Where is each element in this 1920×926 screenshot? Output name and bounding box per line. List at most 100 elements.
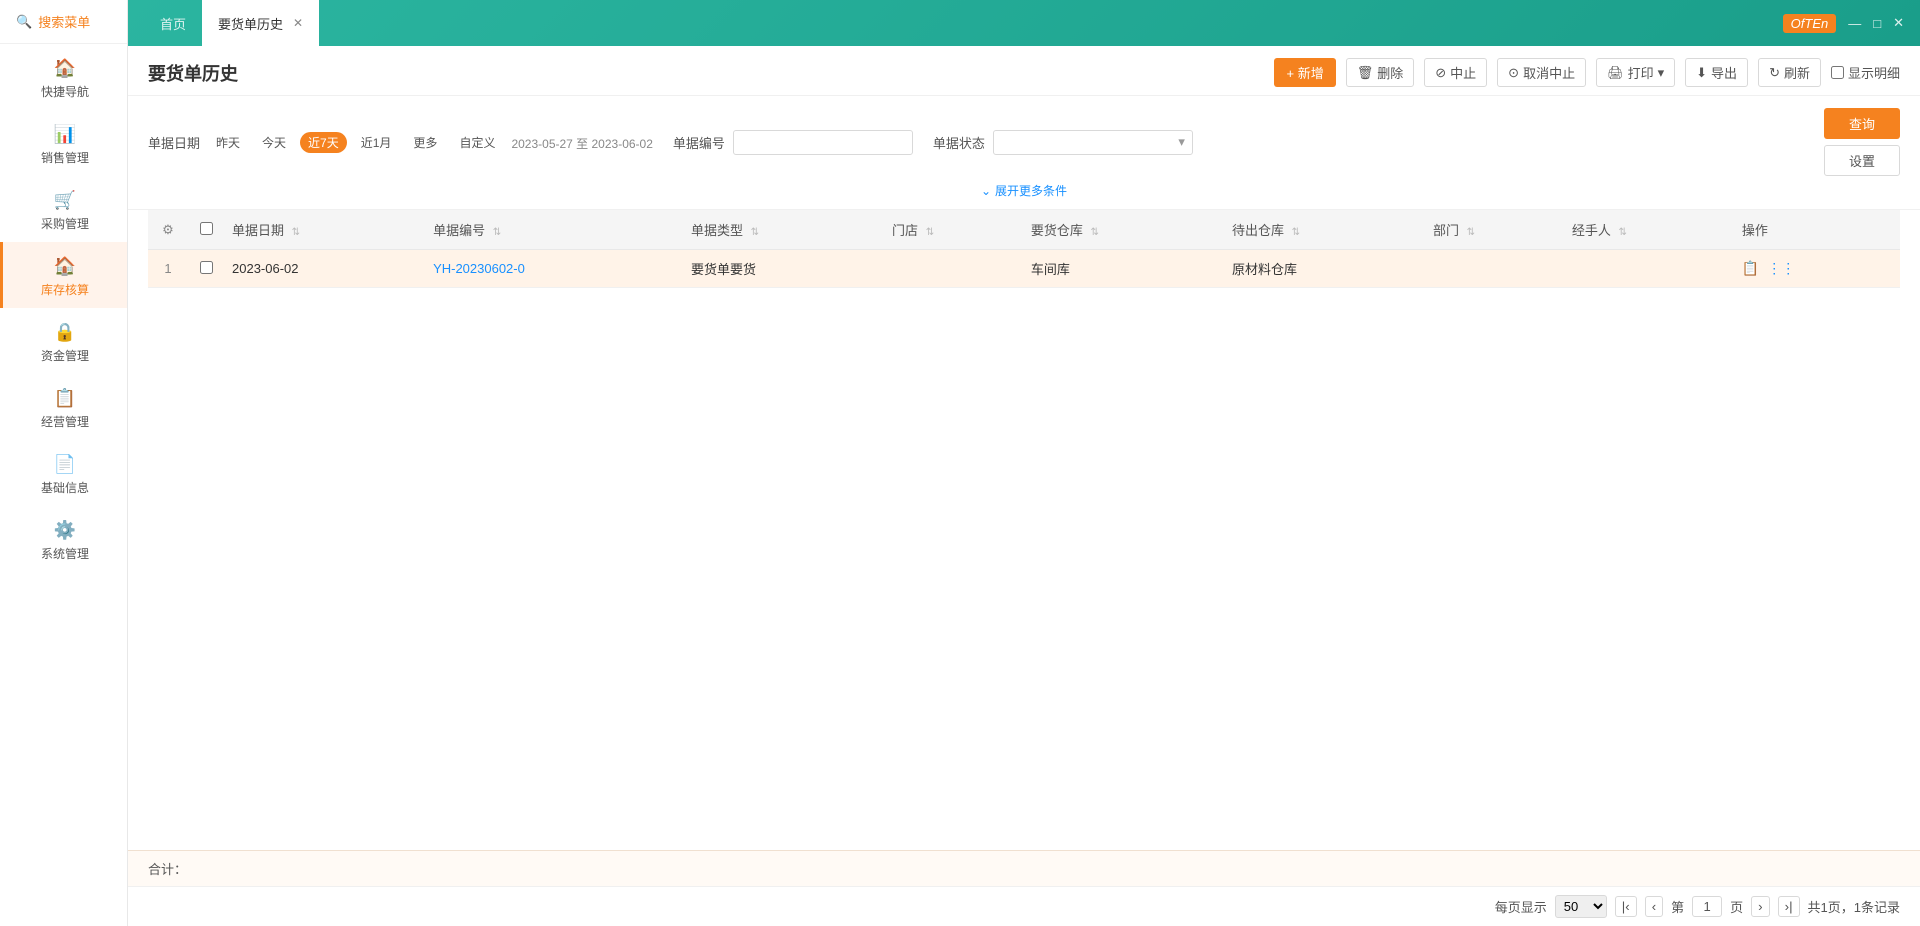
shortcut-1month[interactable]: 近1月: [353, 132, 400, 153]
minimize-icon[interactable]: —: [1848, 16, 1861, 31]
date-shortcuts: 昨天 今天 近7天 近1月 更多 自定义: [208, 132, 503, 153]
lock-icon: 🔒: [54, 322, 76, 343]
gear-icon: ⚙️: [54, 520, 76, 541]
row-pending-warehouse: 原材料仓库: [1224, 250, 1425, 288]
tab-home-label: 首页: [160, 14, 186, 33]
query-button[interactable]: 查询: [1824, 108, 1900, 139]
sort-icon-doc-type[interactable]: ⇅: [751, 227, 759, 238]
tab-close-icon[interactable]: ✕: [293, 16, 303, 30]
cancel-stop-button[interactable]: ⊙ 取消中止: [1497, 58, 1586, 87]
col-action: 操作: [1734, 210, 1900, 250]
expand-icon: ⌄: [981, 184, 991, 198]
delete-button[interactable]: 🗑 删除: [1346, 58, 1415, 87]
shortcut-yesterday[interactable]: 昨天: [208, 132, 248, 153]
sidebar-search[interactable]: 🔍 搜索菜单: [0, 0, 127, 44]
filter-row-1: 单据日期 昨天 今天 近7天 近1月 更多 自定义 2023-05-27 至 2…: [148, 108, 1900, 176]
shortcut-7days[interactable]: 近7天: [300, 132, 347, 153]
add-button[interactable]: + 新增: [1274, 58, 1335, 87]
sort-icon-store[interactable]: ⇅: [926, 227, 934, 238]
table-settings-icon[interactable]: ⚙: [162, 222, 174, 237]
warehouse-icon: 🏠: [54, 256, 76, 277]
sidebar-item-operations[interactable]: 📋 经营管理: [0, 374, 127, 440]
status-select-wrapper: [993, 130, 1193, 155]
col-action-label: 操作: [1742, 223, 1768, 238]
close-window-icon[interactable]: ✕: [1893, 15, 1904, 31]
shortcut-today[interactable]: 今天: [254, 132, 294, 153]
status-select[interactable]: [993, 130, 1193, 155]
sidebar: 🔍 搜索菜单 🏠 快捷导航 📊 销售管理 🛒 采购管理 🏠 库存核算 🔒 资金管…: [0, 0, 128, 926]
sidebar-item-basic[interactable]: 📄 基础信息: [0, 440, 127, 506]
first-page-button[interactable]: |‹: [1615, 896, 1637, 917]
print-label: 打印: [1628, 63, 1654, 82]
export-label: 导出: [1711, 63, 1737, 82]
sidebar-search-label: 搜索菜单: [38, 12, 90, 31]
tab-requisition-history[interactable]: 要货单历史 ✕: [202, 0, 319, 46]
sidebar-item-label: 系统管理: [41, 545, 89, 562]
export-button[interactable]: ⬇ 导出: [1685, 58, 1748, 87]
sidebar-item-sales[interactable]: 📊 销售管理: [0, 110, 127, 176]
table-header-row: ⚙ 单据日期 ⇅ 单据编号 ⇅: [148, 210, 1900, 250]
table-row: 1 2023-06-02 YH-20230602-0 要货单要货 车间库 原材料…: [148, 250, 1900, 288]
row-date: 2023-06-02: [224, 250, 425, 288]
sort-icon-handler[interactable]: ⇅: [1619, 227, 1627, 238]
table-body: 1 2023-06-02 YH-20230602-0 要货单要货 车间库 原材料…: [148, 250, 1900, 288]
page-header: 要货单历史 + 新增 🗑 删除 ⊘ 中止 ⊙ 取消中止 🖨 打印: [128, 46, 1920, 96]
sort-icon-pending-warehouse[interactable]: ⇅: [1292, 227, 1300, 238]
sort-icon-date[interactable]: ⇅: [292, 227, 300, 238]
col-doc-type: 单据类型 ⇅: [683, 210, 884, 250]
total-label: 合计：: [148, 862, 187, 877]
select-all-checkbox[interactable]: [200, 222, 213, 235]
row-num: 1: [148, 250, 188, 288]
row-handler: [1564, 250, 1734, 288]
display-detail-toggle[interactable]: 显示明细: [1831, 63, 1900, 82]
home-icon: 🏠: [54, 58, 76, 79]
data-table: ⚙ 单据日期 ⇅ 单据编号 ⇅: [148, 210, 1900, 288]
display-detail-checkbox[interactable]: [1831, 66, 1844, 79]
next-page-button[interactable]: ›: [1751, 896, 1769, 917]
maximize-icon[interactable]: □: [1873, 16, 1881, 31]
last-page-button[interactable]: ›|: [1778, 896, 1800, 917]
table-footer: 合计：: [128, 850, 1920, 886]
shortcut-more[interactable]: 更多: [405, 132, 445, 153]
refresh-label: 刷新: [1784, 63, 1810, 82]
expand-more-button[interactable]: ⌄ 展开更多条件: [981, 182, 1067, 199]
row-checkbox[interactable]: [200, 261, 213, 274]
refresh-button[interactable]: ↻ 刷新: [1758, 58, 1821, 87]
refresh-icon: ↻: [1769, 65, 1780, 81]
sort-icon-department[interactable]: ⇅: [1467, 227, 1475, 238]
col-checkbox: [188, 210, 224, 250]
print-icon: 🖨: [1607, 65, 1624, 81]
row-doc-number[interactable]: YH-20230602-0: [425, 250, 683, 288]
date-range-display: 2023-05-27 至 2023-06-02: [511, 135, 652, 152]
col-date-label: 单据日期: [232, 223, 284, 238]
doc-number-input[interactable]: [733, 130, 913, 155]
row-more-icon[interactable]: ⋮⋮: [1767, 260, 1795, 277]
row-edit-icon[interactable]: 📋: [1742, 260, 1759, 277]
col-doc-type-label: 单据类型: [691, 223, 743, 238]
sidebar-item-finance[interactable]: 🔒 资金管理: [0, 308, 127, 374]
col-pending-warehouse: 待出仓库 ⇅: [1224, 210, 1425, 250]
sidebar-item-inventory[interactable]: 🏠 库存核算: [0, 242, 127, 308]
topbar: 首页 要货单历史 ✕ OfTEn — □ ✕: [128, 0, 1920, 46]
sort-icon-doc-number[interactable]: ⇅: [493, 227, 501, 238]
sidebar-item-label: 采购管理: [41, 215, 89, 232]
sidebar-item-system[interactable]: ⚙️ 系统管理: [0, 506, 127, 572]
print-button[interactable]: 🖨 打印 ▾: [1596, 58, 1675, 87]
content-area: 要货单历史 + 新增 🗑 删除 ⊘ 中止 ⊙ 取消中止 🖨 打印: [128, 46, 1920, 926]
page-title: 要货单历史: [148, 60, 238, 86]
clipboard-icon: 📋: [54, 388, 76, 409]
tab-requisition-history-label: 要货单历史: [218, 14, 283, 33]
sidebar-item-purchase[interactable]: 🛒 采购管理: [0, 176, 127, 242]
tab-home[interactable]: 首页: [144, 0, 202, 46]
sort-icon-req-warehouse[interactable]: ⇅: [1091, 227, 1099, 238]
settings-button[interactable]: 设置: [1824, 145, 1900, 176]
row-store: [884, 250, 1023, 288]
shortcut-custom[interactable]: 自定义: [451, 132, 503, 153]
prev-page-button[interactable]: ‹: [1645, 896, 1663, 917]
stop-button[interactable]: ⊘ 中止: [1424, 58, 1487, 87]
col-department: 部门 ⇅: [1425, 210, 1564, 250]
sidebar-item-quick-nav[interactable]: 🏠 快捷导航: [0, 44, 127, 110]
cart-icon: 🛒: [54, 190, 76, 211]
per-page-select[interactable]: 50 100 200: [1555, 895, 1607, 918]
total-info: 共1页，1条记录: [1808, 897, 1900, 916]
